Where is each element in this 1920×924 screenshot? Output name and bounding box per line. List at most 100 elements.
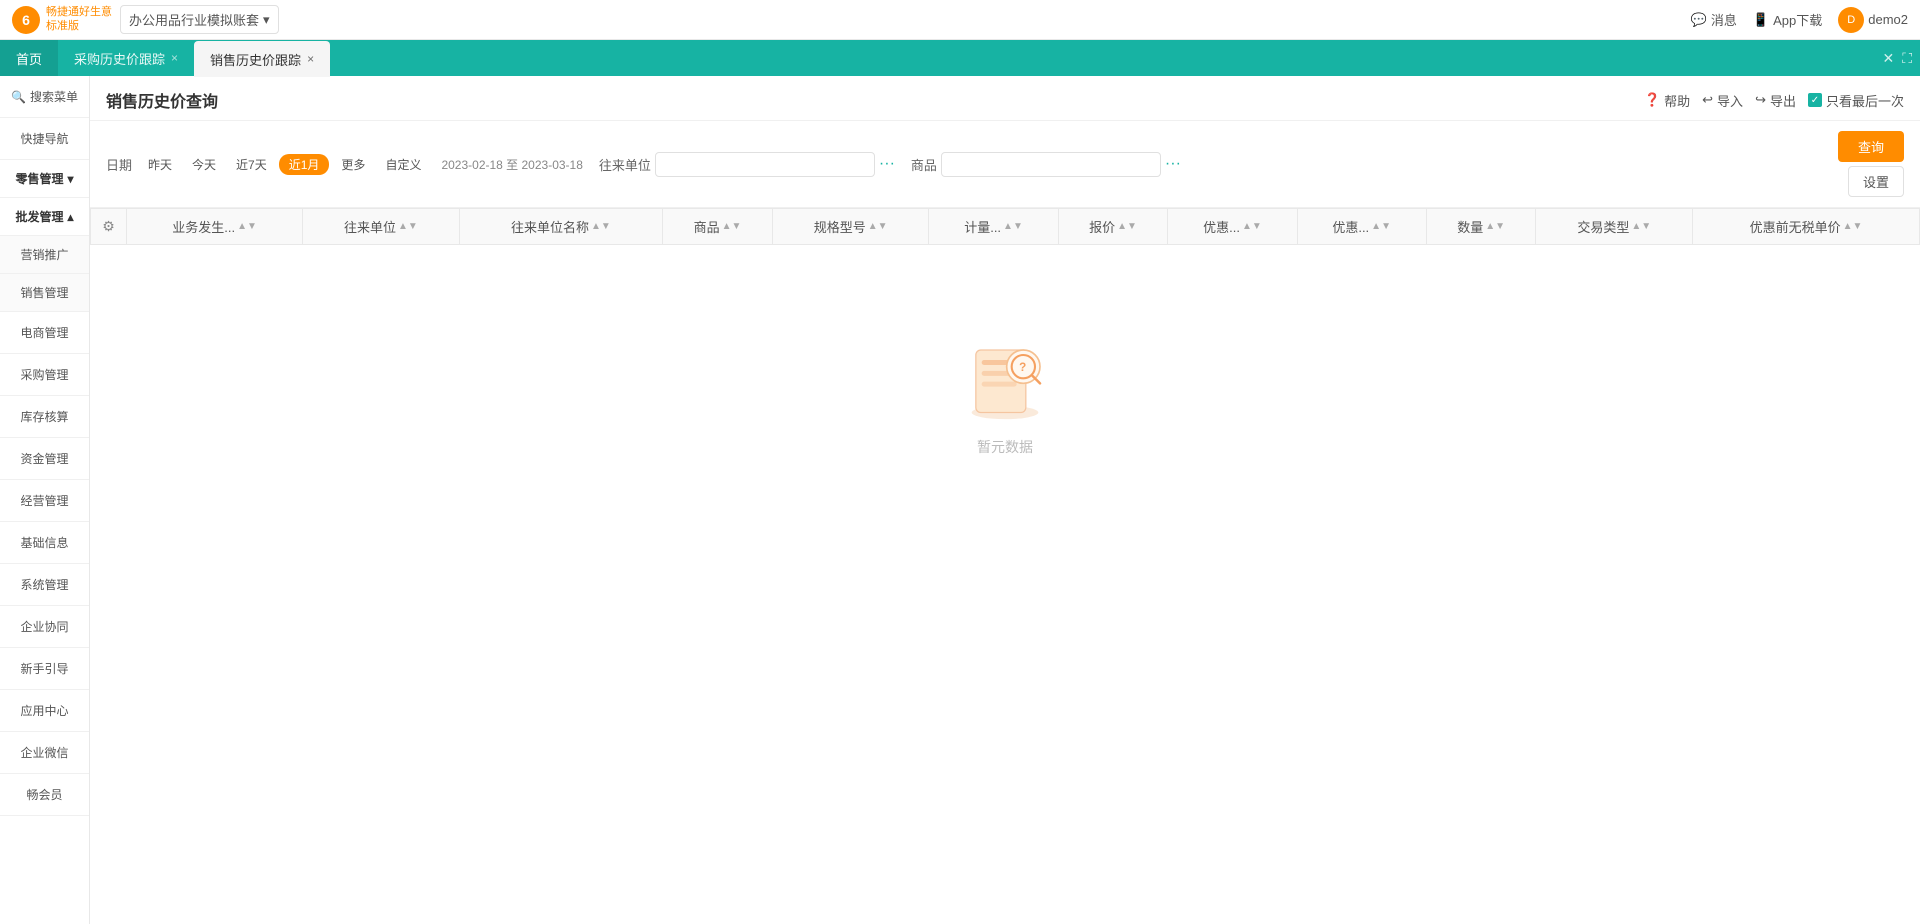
- filter-bar: 日期 昨天 今天 近7天 近1月 更多 自定义 2023-02-18 至 202…: [90, 121, 1920, 208]
- sort-quantity-icon: ▲▼: [1485, 223, 1505, 231]
- sidebar-item-wechat[interactable]: 企业微信: [0, 732, 89, 774]
- sidebar-item-quick-nav[interactable]: 快捷导航: [0, 118, 89, 160]
- sales-history-tab-close[interactable]: ×: [307, 52, 314, 66]
- purchase-history-tab-label: 采购历史价跟踪: [74, 49, 165, 68]
- app-download-btn[interactable]: 📱 App下载: [1753, 10, 1822, 29]
- sidebar-item-operations[interactable]: 经营管理: [0, 480, 89, 522]
- download-icon: 📱: [1753, 12, 1769, 28]
- purchase-history-tab-close[interactable]: ×: [171, 51, 178, 65]
- sidebar-item-app-center[interactable]: 应用中心: [0, 690, 89, 732]
- product-more-icon[interactable]: ···: [1165, 155, 1181, 173]
- date-btn-yesterday[interactable]: 昨天: [140, 154, 180, 175]
- col-discount2[interactable]: 优惠... ▲▼: [1297, 209, 1426, 245]
- page-content: 销售历史价查询 ❓ 帮助 ↩ 导入 ↪ 导出 ✓: [90, 76, 1920, 924]
- user-area[interactable]: D demo2: [1838, 7, 1908, 33]
- col-biz-date[interactable]: 业务发生... ▲▼: [127, 209, 303, 245]
- empty-state: ? 暂元数据: [90, 245, 1920, 537]
- query-button[interactable]: 查询: [1838, 131, 1904, 162]
- tab-expand-icon[interactable]: ⛶: [1902, 50, 1912, 67]
- page-title: 销售历史价查询: [106, 88, 218, 112]
- avatar: D: [1838, 7, 1864, 33]
- top-header: 6 畅捷通好生意 标准版 办公用品行业模拟账套 ▾ 💬 消息 📱 App下载 D…: [0, 0, 1920, 40]
- date-btn-custom[interactable]: 自定义: [377, 154, 429, 175]
- date-filter-group: 日期 昨天 今天 近7天 近1月 更多 自定义 2023-02-18 至 202…: [106, 154, 583, 175]
- col-trade-type[interactable]: 交易类型 ▲▼: [1536, 209, 1693, 245]
- table-gear-icon[interactable]: ⚙: [102, 218, 115, 234]
- sidebar-item-newbie[interactable]: 新手引导: [0, 648, 89, 690]
- top-right: 💬 消息 📱 App下载 D demo2: [1691, 7, 1908, 33]
- sidebar-item-retail[interactable]: 零售管理 ▾: [0, 160, 89, 198]
- help-btn[interactable]: ❓ 帮助: [1644, 91, 1690, 110]
- sidebar-item-purchase[interactable]: 采购管理: [0, 354, 89, 396]
- page-header-actions: ❓ 帮助 ↩ 导入 ↪ 导出 ✓ 只看最后一次: [1644, 91, 1904, 110]
- col-unit[interactable]: 计量... ▲▼: [929, 209, 1058, 245]
- tab-close-all-icon[interactable]: ✕: [1882, 50, 1894, 67]
- sales-history-tab-label: 销售历史价跟踪: [210, 50, 301, 69]
- sidebar-item-ecommerce[interactable]: 电商管理: [0, 312, 89, 354]
- sort-partner-name-icon: ▲▼: [591, 223, 611, 231]
- table-area: ⚙ 业务发生... ▲▼ 往来单位: [90, 208, 1920, 924]
- partner-input[interactable]: [655, 152, 875, 177]
- message-icon: 💬: [1691, 12, 1707, 28]
- sidebar-item-system[interactable]: 系统管理: [0, 564, 89, 606]
- date-range-text: 2023-02-18 至 2023-03-18: [441, 156, 582, 173]
- search-icon: 🔍: [11, 90, 26, 104]
- sort-spec-icon: ▲▼: [868, 223, 888, 231]
- settings-button[interactable]: 设置: [1848, 166, 1904, 197]
- tab-sales-history[interactable]: 销售历史价跟踪 ×: [194, 41, 330, 77]
- col-discount1[interactable]: 优惠... ▲▼: [1168, 209, 1297, 245]
- sidebar-item-search[interactable]: 🔍 搜索菜单: [0, 76, 89, 118]
- sort-biz-date-icon: ▲▼: [237, 223, 257, 231]
- sidebar-item-inventory[interactable]: 库存核算: [0, 396, 89, 438]
- tab-purchase-history[interactable]: 采购历史价跟踪 ×: [58, 40, 194, 76]
- date-btn-7days[interactable]: 近7天: [228, 154, 275, 175]
- col-pretax-price[interactable]: 优惠前无税单价 ▲▼: [1693, 209, 1920, 245]
- empty-icon: ?: [955, 325, 1055, 425]
- product-label: 商品: [911, 155, 937, 174]
- col-spec[interactable]: 规格型号 ▲▼: [772, 209, 929, 245]
- col-partner-name[interactable]: 往来单位名称 ▲▼: [459, 209, 662, 245]
- product-input[interactable]: [941, 152, 1161, 177]
- sidebar-item-enterprise[interactable]: 企业协同: [0, 606, 89, 648]
- main-layout: 🔍 搜索菜单 快捷导航 零售管理 ▾ 批发管理 ▴ 营销推广 销售管理 电商管理…: [0, 76, 1920, 924]
- sort-trade-type-icon: ▲▼: [1631, 223, 1651, 231]
- date-btn-1month[interactable]: 近1月: [279, 154, 330, 175]
- sort-unit-icon: ▲▼: [1003, 223, 1023, 231]
- date-label: 日期: [106, 155, 132, 174]
- col-product[interactable]: 商品 ▲▼: [663, 209, 773, 245]
- product-filter-group: 商品 ···: [911, 152, 1181, 177]
- sort-pretax-price-icon: ▲▼: [1843, 223, 1863, 231]
- date-btn-today[interactable]: 今天: [184, 154, 224, 175]
- col-quantity[interactable]: 数量 ▲▼: [1426, 209, 1536, 245]
- data-table: ⚙ 业务发生... ▲▼ 往来单位: [90, 208, 1920, 245]
- partner-more-icon[interactable]: ···: [879, 155, 895, 173]
- date-btn-more[interactable]: 更多: [333, 154, 373, 175]
- col-partner-code[interactable]: 往来单位 ▲▼: [303, 209, 460, 245]
- table-header-row: ⚙ 业务发生... ▲▼ 往来单位: [91, 209, 1920, 245]
- tab-home[interactable]: 首页: [0, 40, 58, 76]
- top-left: 6 畅捷通好生意 标准版 办公用品行业模拟账套 ▾: [12, 5, 279, 34]
- message-btn[interactable]: 💬 消息: [1691, 10, 1737, 29]
- import-btn[interactable]: ↩ 导入: [1702, 91, 1743, 110]
- tab-bar: 首页 采购历史价跟踪 × 销售历史价跟踪 × ✕ ⛶: [0, 40, 1920, 76]
- logo-text: 畅捷通好生意 标准版: [46, 6, 112, 32]
- partner-filter-group: 往来单位 ···: [599, 152, 895, 177]
- sidebar-item-wholesale[interactable]: 批发管理 ▴: [0, 198, 89, 236]
- app-selector[interactable]: 办公用品行业模拟账套 ▾: [120, 5, 279, 34]
- col-quote[interactable]: 报价 ▲▼: [1058, 209, 1168, 245]
- tab-bar-right: ✕ ⛶: [1882, 50, 1920, 67]
- export-btn[interactable]: ↪ 导出: [1755, 91, 1796, 110]
- empty-text: 暂元数据: [977, 437, 1033, 457]
- svg-text:?: ?: [1019, 361, 1026, 374]
- only-last-toggle[interactable]: ✓ 只看最后一次: [1808, 91, 1904, 110]
- sort-quote-icon: ▲▼: [1117, 223, 1137, 231]
- sidebar-item-sales-mgmt[interactable]: 销售管理: [0, 274, 89, 312]
- only-last-checkbox[interactable]: ✓: [1808, 93, 1822, 107]
- sidebar-item-member[interactable]: 畅会员: [0, 774, 89, 816]
- help-icon: ❓: [1644, 92, 1660, 108]
- import-icon: ↩: [1702, 92, 1713, 108]
- sidebar-item-marketing[interactable]: 营销推广: [0, 236, 89, 274]
- sidebar-item-finance[interactable]: 资金管理: [0, 438, 89, 480]
- sidebar-item-basic-info[interactable]: 基础信息: [0, 522, 89, 564]
- date-buttons: 昨天 今天 近7天 近1月 更多 自定义: [140, 154, 429, 175]
